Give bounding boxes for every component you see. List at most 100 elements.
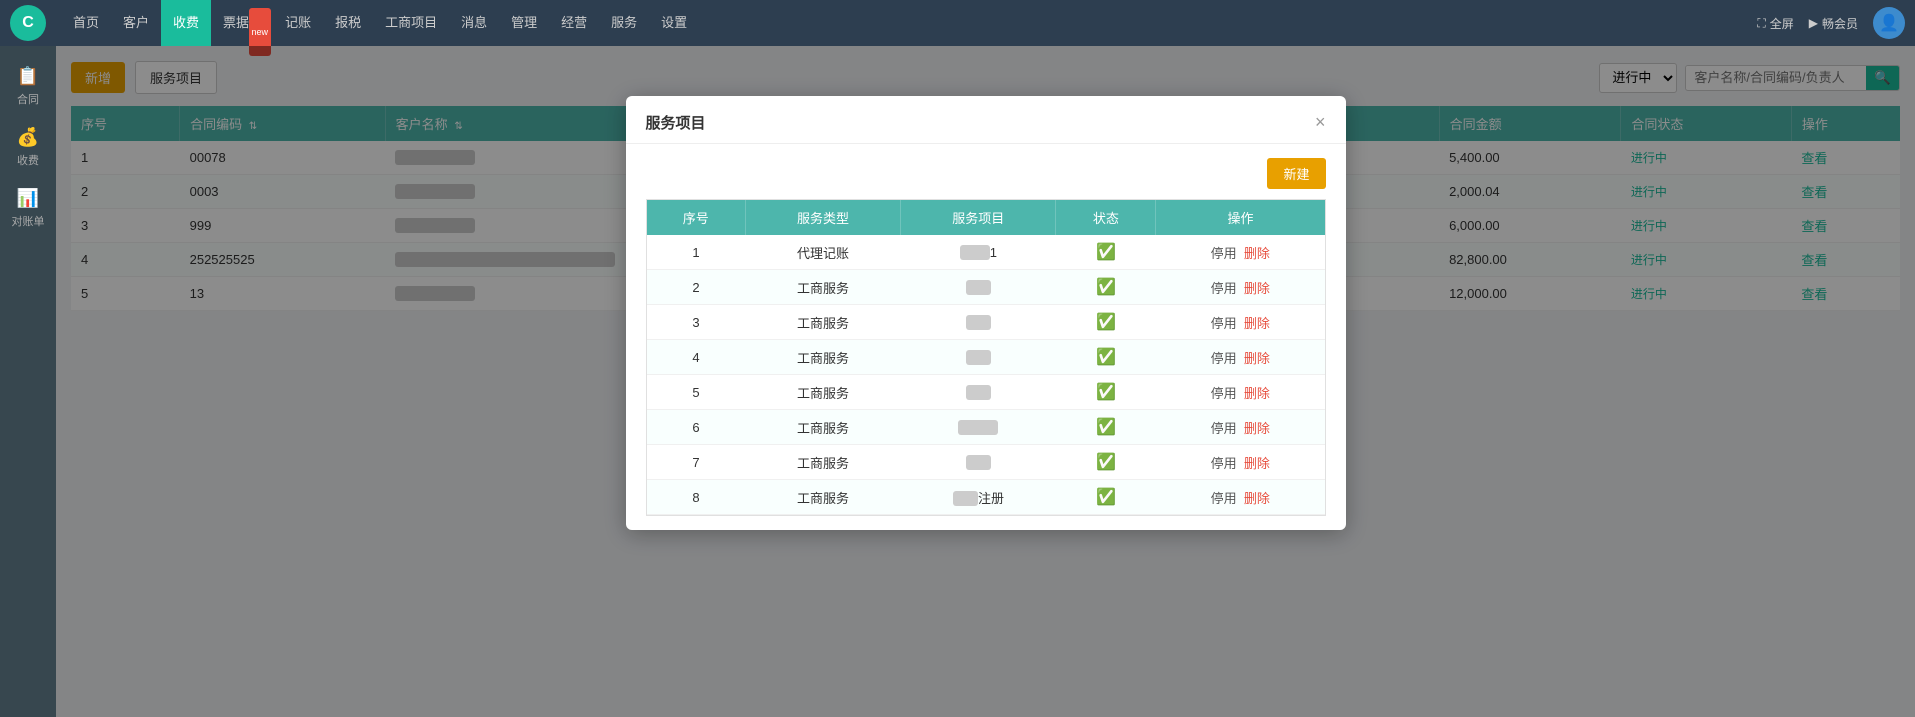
modal-cell-type: 工商服务 — [745, 270, 900, 305]
modal-cell-seq: 4 — [647, 340, 746, 375]
sidebar-item-contract[interactable]: 📋 合同 — [0, 56, 56, 117]
modal-cell-status: ✅ — [1056, 270, 1156, 305]
modal-table-body: 1 代理记账 1 ✅ 停用 删除 2 工商服务 ✅ 停用 删除 3 工商服务 — [647, 235, 1325, 515]
status-check-icon: ✅ — [1096, 244, 1116, 261]
service-items-table: 序号 服务类型 服务项目 状态 操作 1 代理记账 1 ✅ 停用 删除 — [647, 200, 1325, 515]
modal-col-type: 服务类型 — [745, 200, 900, 235]
modal-cell-status: ✅ — [1056, 305, 1156, 340]
nav-service[interactable]: 服务 — [599, 0, 649, 46]
modal-cell-status: ✅ — [1056, 375, 1156, 410]
modal-cell-actions: 停用 删除 — [1156, 375, 1325, 410]
delete-button[interactable]: 删除 — [1244, 316, 1270, 331]
sidebar-item-reconciliation[interactable]: 📊 对账单 — [0, 178, 56, 239]
modal-cell-seq: 6 — [647, 410, 746, 445]
modal-cell-status: ✅ — [1056, 445, 1156, 480]
nav-commerce[interactable]: 工商项目 — [373, 0, 449, 46]
modal-title: 服务项目 — [646, 112, 706, 133]
modal-cell-actions: 停用 删除 — [1156, 410, 1325, 445]
modal-cell-type: 工商服务 — [745, 340, 900, 375]
modal-table-header-row: 序号 服务类型 服务项目 状态 操作 — [647, 200, 1325, 235]
delete-button[interactable]: 删除 — [1244, 421, 1270, 436]
fees-icon: 💰 — [17, 127, 39, 148]
delete-button[interactable]: 删除 — [1244, 386, 1270, 401]
reconciliation-icon: 📊 — [17, 188, 39, 209]
delete-button[interactable]: 删除 — [1244, 456, 1270, 471]
contract-icon: 📋 — [17, 66, 39, 87]
modal-cell-seq: 8 — [647, 480, 746, 515]
modal-cell-type: 代理记账 — [745, 235, 900, 270]
nav-tax[interactable]: 报税 — [323, 0, 373, 46]
list-item: 4 工商服务 ✅ 停用 删除 — [647, 340, 1325, 375]
modal-cell-seq: 3 — [647, 305, 746, 340]
modal-cell-status: ✅ — [1056, 340, 1156, 375]
stop-button[interactable]: 停用 — [1211, 351, 1237, 366]
modal-cell-seq: 2 — [647, 270, 746, 305]
modal-cell-item — [901, 410, 1056, 445]
user-avatar[interactable]: 👤 — [1873, 7, 1905, 39]
list-item: 2 工商服务 ✅ 停用 删除 — [647, 270, 1325, 305]
delete-button[interactable]: 删除 — [1244, 281, 1270, 296]
modal-cell-actions: 停用 删除 — [1156, 480, 1325, 515]
status-check-icon: ✅ — [1096, 314, 1116, 331]
list-item: 7 工商服务 ✅ 停用 删除 — [647, 445, 1325, 480]
top-navigation: C 首页 客户 收费 票据 new 记账 报税 工商项目 消息 管理 经营 服务… — [0, 0, 1915, 46]
video-icon: ▶ — [1809, 16, 1818, 30]
nav-home[interactable]: 首页 — [61, 0, 111, 46]
modal-cell-type: 工商服务 — [745, 480, 900, 515]
modal-new-button[interactable]: 新建 — [1267, 158, 1325, 189]
nav-client[interactable]: 客户 — [111, 0, 161, 46]
nav-settings[interactable]: 设置 — [649, 0, 699, 46]
delete-button[interactable]: 删除 — [1244, 246, 1270, 261]
modal-cell-item — [901, 270, 1056, 305]
status-check-icon: ✅ — [1096, 454, 1116, 471]
nav-operation[interactable]: 经营 — [549, 0, 599, 46]
stop-button[interactable]: 停用 — [1211, 246, 1237, 261]
nav-menu: 首页 客户 收费 票据 new 记账 报税 工商项目 消息 管理 经营 服务 设… — [61, 0, 1757, 46]
left-sidebar: 📋 合同 💰 收费 📊 对账单 — [0, 46, 56, 717]
avatar-icon: 👤 — [1879, 13, 1899, 33]
modal-cell-item — [901, 305, 1056, 340]
list-item: 5 工商服务 ✅ 停用 删除 — [647, 375, 1325, 410]
modal-toolbar: 新建 — [646, 158, 1326, 189]
nav-fees[interactable]: 收费 — [161, 0, 211, 46]
fullscreen-btn[interactable]: ⛶ 全屏 — [1757, 15, 1793, 32]
modal-cell-item: 1 — [901, 235, 1056, 270]
fullscreen-icon: ⛶ — [1757, 16, 1765, 31]
nav-manage[interactable]: 管理 — [499, 0, 549, 46]
list-item: 8 工商服务 注册 ✅ 停用 删除 — [647, 480, 1325, 515]
stop-button[interactable]: 停用 — [1211, 421, 1237, 436]
modal-cell-seq: 5 — [647, 375, 746, 410]
nav-tickets[interactable]: 票据 new — [211, 0, 273, 46]
modal-cell-status: ✅ — [1056, 235, 1156, 270]
modal-overlay: 服务项目 × 新建 序号 服务类型 服务项目 状态 操作 — [56, 46, 1915, 717]
modal-cell-type: 工商服务 — [745, 305, 900, 340]
modal-cell-status: ✅ — [1056, 410, 1156, 445]
stop-button[interactable]: 停用 — [1211, 316, 1237, 331]
stop-button[interactable]: 停用 — [1211, 386, 1237, 401]
nav-message[interactable]: 消息 — [449, 0, 499, 46]
nav-right-area: ⛶ 全屏 ▶ 畅会员 👤 — [1757, 7, 1905, 39]
delete-button[interactable]: 删除 — [1244, 491, 1270, 506]
modal-cell-item — [901, 375, 1056, 410]
status-check-icon: ✅ — [1096, 279, 1116, 296]
nav-bookkeeping[interactable]: 记账 — [273, 0, 323, 46]
service-item-modal: 服务项目 × 新建 序号 服务类型 服务项目 状态 操作 — [626, 96, 1346, 530]
modal-table-wrap[interactable]: 序号 服务类型 服务项目 状态 操作 1 代理记账 1 ✅ 停用 删除 — [646, 199, 1326, 516]
stop-button[interactable]: 停用 — [1211, 281, 1237, 296]
modal-cell-actions: 停用 删除 — [1156, 340, 1325, 375]
modal-cell-item: 注册 — [901, 480, 1056, 515]
modal-header: 服务项目 × — [626, 96, 1346, 144]
stop-button[interactable]: 停用 — [1211, 491, 1237, 506]
stop-button[interactable]: 停用 — [1211, 456, 1237, 471]
sidebar-item-fees[interactable]: 💰 收费 — [0, 117, 56, 178]
modal-cell-item — [901, 445, 1056, 480]
list-item: 3 工商服务 ✅ 停用 删除 — [647, 305, 1325, 340]
modal-close-button[interactable]: × — [1315, 112, 1326, 133]
vip-btn[interactable]: ▶ 畅会员 — [1809, 15, 1858, 32]
status-check-icon: ✅ — [1096, 349, 1116, 366]
modal-col-status: 状态 — [1056, 200, 1156, 235]
modal-cell-seq: 1 — [647, 235, 746, 270]
modal-body: 新建 序号 服务类型 服务项目 状态 操作 1 代 — [626, 144, 1346, 530]
delete-button[interactable]: 删除 — [1244, 351, 1270, 366]
modal-col-action: 操作 — [1156, 200, 1325, 235]
